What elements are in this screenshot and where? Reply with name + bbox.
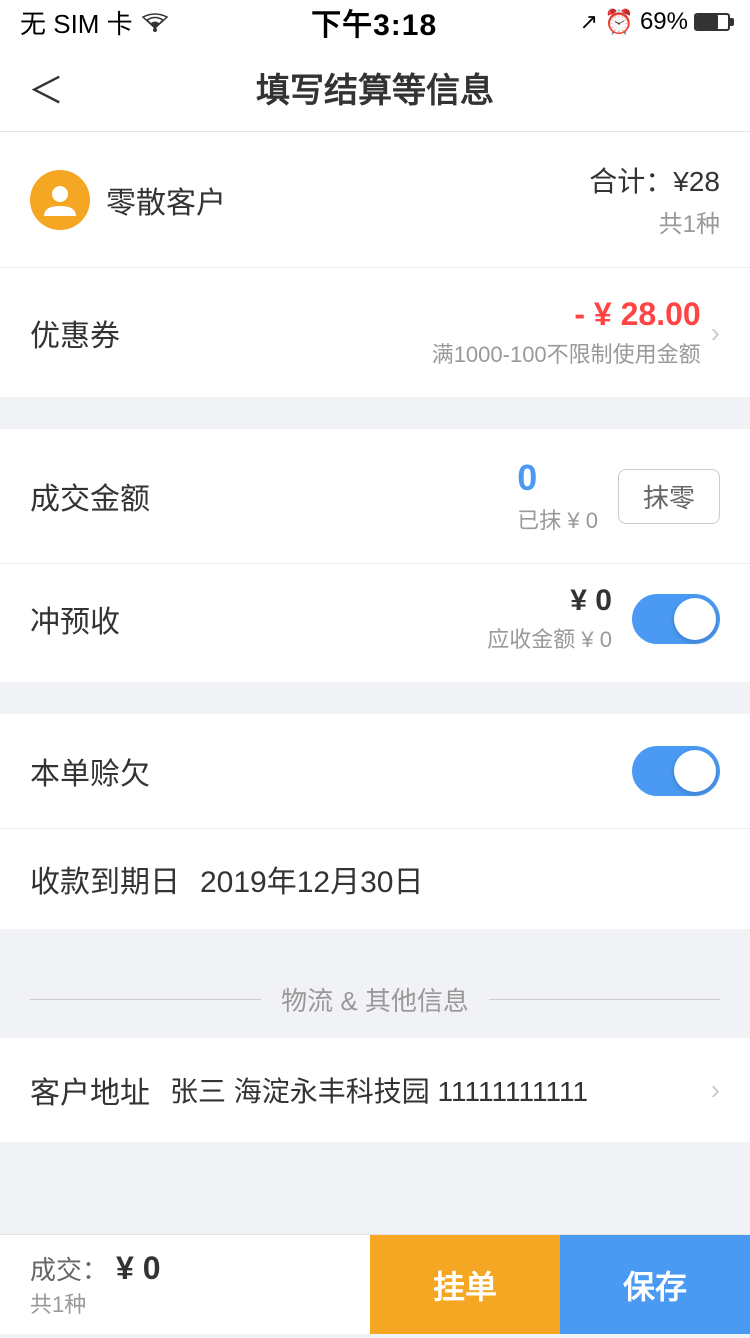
- coupon-amount: - ¥ 28.00: [432, 296, 701, 333]
- section-divider-2: [0, 698, 750, 714]
- address-value: 张三 海淀永丰科技园 11111111111: [170, 1070, 711, 1110]
- save-button[interactable]: 保存: [560, 1235, 750, 1334]
- address-row[interactable]: 客户地址 张三 海淀永丰科技园 11111111111 ›: [0, 1038, 750, 1142]
- debt-section: 本单赊欠 收款到期日 2019年12月30日: [0, 714, 750, 929]
- battery-percentage: 69%: [640, 8, 688, 36]
- prereceive-label: 冲预收: [30, 597, 120, 641]
- pre-sub: 应收金额 ¥ 0: [487, 622, 612, 654]
- nav-bar: ＜ 填写结算等信息: [0, 44, 750, 132]
- round-button[interactable]: 抹零: [618, 469, 720, 524]
- back-button[interactable]: ＜: [28, 62, 64, 114]
- wifi-icon: [141, 12, 169, 32]
- coupon-right: - ¥ 28.00 满1000-100不限制使用金额 ›: [432, 296, 720, 369]
- address-chevron-icon: ›: [711, 1074, 720, 1106]
- pending-button[interactable]: 挂单: [370, 1235, 560, 1334]
- page-title: 填写结算等信息: [256, 63, 494, 112]
- carrier-text: 无 SIM 卡: [20, 4, 133, 41]
- transaction-section: 成交金额 0 已抹 ¥ 0 抹零 冲预收 ¥ 0 应收金额 ¥ 0: [0, 429, 750, 682]
- status-right: ↗ ⏰ 69%: [580, 8, 730, 37]
- coupon-desc: 满1000-100不限制使用金额: [432, 337, 701, 369]
- logistics-header: 物流 & 其他信息: [0, 961, 750, 1038]
- address-label: 客户地址: [30, 1068, 150, 1112]
- prereceive-amounts: ¥ 0 应收金额 ¥ 0: [487, 584, 612, 654]
- due-date-value[interactable]: 2019年12月30日: [200, 857, 423, 901]
- due-date-label: 收款到期日: [30, 857, 180, 901]
- customer-right: 合计：¥28 共1种: [589, 160, 720, 239]
- bottom-left: 成交： ¥ 0 共1种: [0, 1235, 370, 1334]
- customer-left: 零散客户: [30, 170, 226, 230]
- debt-row: 本单赊欠: [0, 714, 750, 828]
- logistics-line-right: [489, 999, 720, 1000]
- prereceive-toggle[interactable]: [632, 594, 720, 644]
- transaction-value-block: 0 已抹 ¥ 0: [517, 457, 598, 535]
- status-time: 下午3:18: [311, 0, 437, 44]
- bottom-bar: 成交： ¥ 0 共1种 挂单 保存: [0, 1234, 750, 1334]
- logistics-text: 物流 & 其他信息: [261, 981, 489, 1018]
- bottom-amount: ¥ 0: [116, 1250, 160, 1287]
- bottom-deal-label: 成交：: [30, 1250, 108, 1287]
- transaction-row: 成交金额 0 已抹 ¥ 0 抹零: [0, 429, 750, 563]
- toggle-knob: [674, 598, 716, 640]
- address-section: 客户地址 张三 海淀永丰科技园 11111111111 ›: [0, 1038, 750, 1142]
- coupon-row[interactable]: 优惠券 - ¥ 28.00 满1000-100不限制使用金额 ›: [0, 267, 750, 397]
- total-amount: 合计：¥28: [589, 160, 720, 200]
- debt-toggle[interactable]: [632, 746, 720, 796]
- customer-row: 零散客户 合计：¥28 共1种: [0, 132, 750, 267]
- main-content: 零散客户 合计：¥28 共1种 优惠券 - ¥ 28.00 满1000-100不…: [0, 132, 750, 1338]
- logistics-line-left: [30, 999, 261, 1000]
- coupon-label: 优惠券: [30, 311, 120, 355]
- location-icon: ↗: [580, 9, 598, 35]
- status-left: 无 SIM 卡: [20, 4, 169, 41]
- debt-label: 本单赊欠: [30, 749, 150, 793]
- debt-toggle-knob: [674, 750, 716, 792]
- transaction-right: 0 已抹 ¥ 0 抹零: [517, 457, 720, 535]
- section-divider-3: [0, 945, 750, 961]
- bottom-count: 共1种: [30, 1287, 340, 1319]
- section-divider-1: [0, 413, 750, 429]
- status-bar: 无 SIM 卡 下午3:18 ↗ ⏰ 69%: [0, 0, 750, 44]
- person-icon: [40, 180, 80, 220]
- alarm-icon: ⏰: [604, 8, 634, 37]
- avatar: [30, 170, 90, 230]
- pre-amount: ¥ 0: [487, 584, 612, 618]
- transaction-sub: 已抹 ¥ 0: [517, 503, 598, 535]
- due-date-row: 收款到期日 2019年12月30日: [0, 828, 750, 929]
- battery-icon: [694, 13, 730, 31]
- total-count: 共1种: [589, 204, 720, 239]
- customer-section: 零散客户 合计：¥28 共1种 优惠券 - ¥ 28.00 满1000-100不…: [0, 132, 750, 397]
- transaction-label: 成交金额: [30, 474, 150, 518]
- transaction-value[interactable]: 0: [517, 457, 598, 499]
- coupon-info: - ¥ 28.00 满1000-100不限制使用金额: [432, 296, 701, 369]
- chevron-right-icon: ›: [711, 317, 720, 349]
- prereceive-row: 冲预收 ¥ 0 应收金额 ¥ 0: [0, 563, 750, 682]
- prereceive-right: ¥ 0 应收金额 ¥ 0: [487, 584, 720, 654]
- customer-name: 零散客户: [106, 178, 226, 222]
